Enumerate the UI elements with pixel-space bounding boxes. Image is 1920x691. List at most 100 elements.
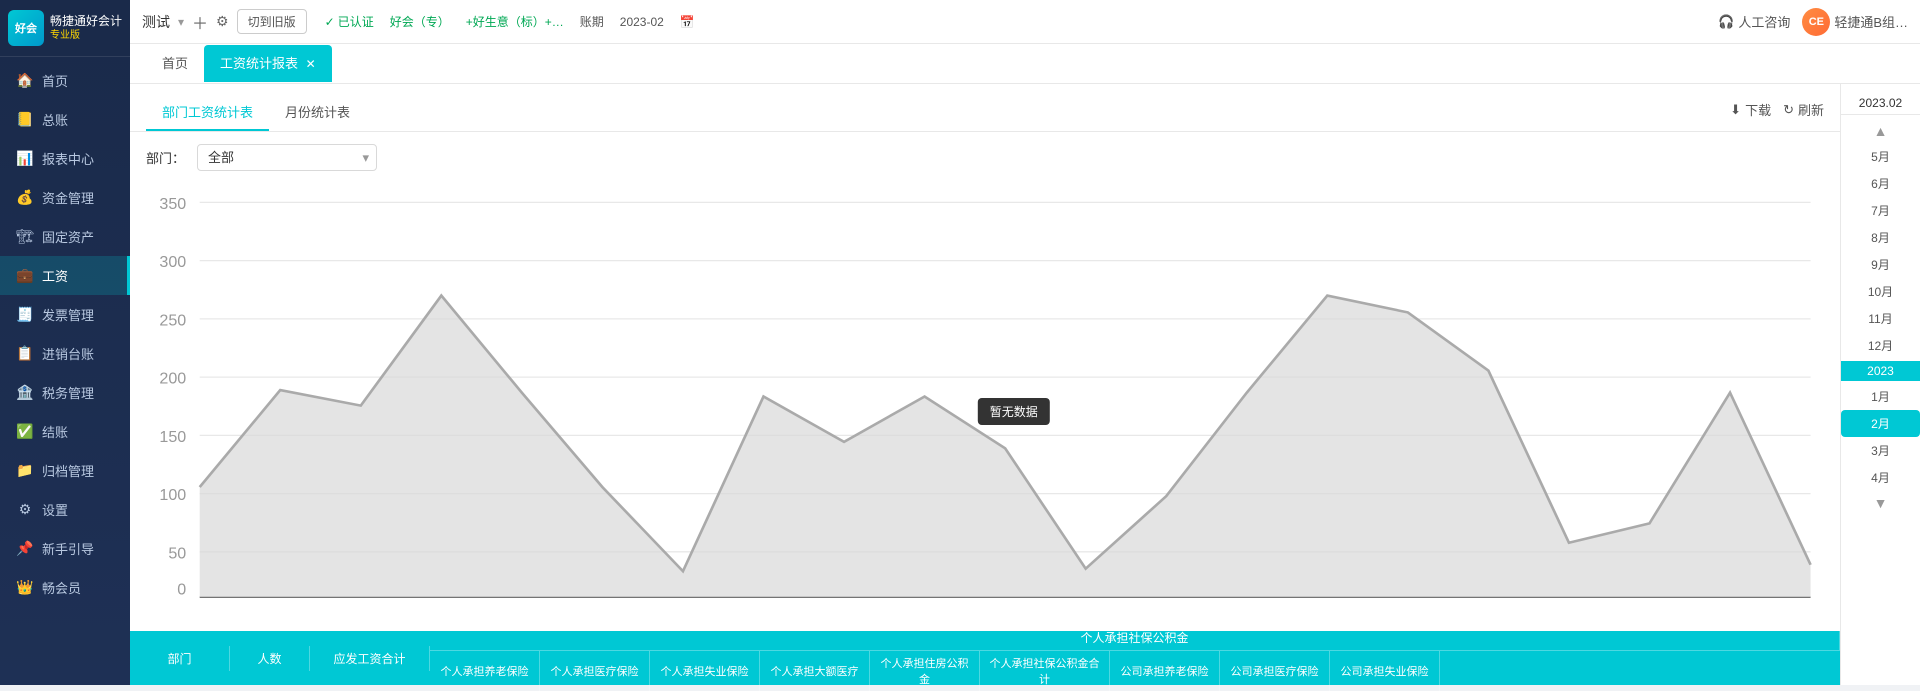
sidebar-label-assets: 固定资产 xyxy=(42,227,94,246)
user-menu[interactable]: CE 轻捷通B组… xyxy=(1802,8,1908,36)
guide-icon: 📌 xyxy=(16,540,34,558)
sidebar-item-member[interactable]: 👑 畅会员 xyxy=(0,568,130,607)
month-2-active[interactable]: 2月 xyxy=(1841,410,1920,437)
th-total-salary: 应发工资合计 xyxy=(310,646,430,671)
headset-icon: 🎧 xyxy=(1718,14,1734,30)
certified-icon: ✓ xyxy=(325,15,335,29)
th-personal-medical: 个人承担医疗保险 xyxy=(540,651,650,691)
year-date-label: 2023.02 xyxy=(1841,92,1920,115)
sidebar-label-invoices: 发票管理 xyxy=(42,305,94,324)
scroll-down-button[interactable]: ▼ xyxy=(1870,491,1892,515)
status-badges: ✓ 已认证 好会（专） +好生意（标）+… 账期 2023-02 📅 xyxy=(319,11,701,32)
checkout-icon: ✅ xyxy=(16,423,34,441)
month-11[interactable]: 11月 xyxy=(1841,305,1920,332)
sales-icon: 📋 xyxy=(16,345,34,363)
sidebar-label-guide: 新手引导 xyxy=(42,539,94,558)
topbar-title: 测试 xyxy=(142,12,170,32)
month-7[interactable]: 7月 xyxy=(1841,197,1920,224)
topbar-gear-button[interactable]: ⚙ xyxy=(216,13,229,30)
sidebar-item-salary[interactable]: 💼 工资 xyxy=(0,256,130,295)
sidebar-label-salary: 工资 xyxy=(42,266,68,285)
month-3[interactable]: 3月 xyxy=(1841,437,1920,464)
sub-tab-dept[interactable]: 部门工资统计表 xyxy=(146,94,269,131)
sidebar-label-member: 畅会员 xyxy=(42,578,81,597)
th-personal-housing-fund: 个人承担住房公积金 xyxy=(870,651,980,691)
chart-container: 350 300 250 200 150 100 50 0 xyxy=(130,183,1840,631)
sidebar-item-reports[interactable]: 📊 报表中心 xyxy=(0,139,130,178)
th-personal-total: 个人承担社保公积金合计 xyxy=(980,651,1110,691)
table-header: 部门 人数 应发工资合计 个人承担社保公积金 个人承担养老保险 个人承担医疗保险… xyxy=(130,631,1840,685)
chart-svg: 350 300 250 200 150 100 50 0 xyxy=(146,183,1824,623)
month-1[interactable]: 1月 xyxy=(1841,383,1920,410)
main-area: 测试 ▾ ＋ ⚙ 切到旧版 ✓ 已认证 好会（专） +好生意（标）+… 账期 2… xyxy=(130,0,1920,685)
filter-label: 部门： xyxy=(146,148,185,167)
sidebar-item-funds[interactable]: 💰 资金管理 xyxy=(0,178,130,217)
month-12[interactable]: 12月 xyxy=(1841,332,1920,359)
sidebar-label-funds: 资金管理 xyxy=(42,188,94,207)
scroll-up-button[interactable]: ▲ xyxy=(1870,119,1892,143)
logo-text: 畅捷通好会计 专业版 xyxy=(50,14,122,43)
svg-text:150: 150 xyxy=(159,429,186,446)
sidebar-nav: 🏠 首页 📒 总账 📊 报表中心 💰 资金管理 🏗 固定资产 💼 工资 🧾 发票… xyxy=(0,57,130,685)
svg-text:250: 250 xyxy=(159,313,186,330)
right-panel: 2023.02 ▲ 5月 6月 7月 8月 9月 10月 11月 12月 202… xyxy=(1840,84,1920,685)
svg-text:300: 300 xyxy=(159,254,186,271)
sidebar-item-settings[interactable]: ⚙ 设置 xyxy=(0,490,130,529)
tabbar: 首页 工资统计报表 ✕ xyxy=(130,44,1920,84)
ledger-icon: 📒 xyxy=(16,111,34,129)
month-8[interactable]: 8月 xyxy=(1841,224,1920,251)
archive-icon: 📁 xyxy=(16,462,34,480)
reports-icon: 📊 xyxy=(16,150,34,168)
svg-text:200: 200 xyxy=(159,371,186,388)
settings-icon: ⚙ xyxy=(16,501,34,519)
sub-tab-monthly[interactable]: 月份统计表 xyxy=(269,94,366,131)
th-personal-unemployment: 个人承担失业保险 xyxy=(650,651,760,691)
sidebar-item-guide[interactable]: 📌 新手引导 xyxy=(0,529,130,568)
calendar-icon[interactable]: 📅 xyxy=(674,13,701,31)
funds-icon: 💰 xyxy=(16,189,34,207)
sidebar-item-assets[interactable]: 🏗 固定资产 xyxy=(0,217,130,256)
th-personal-pension: 个人承担养老保险 xyxy=(430,651,540,691)
certified-badge: ✓ 已认证 xyxy=(319,11,380,32)
sidebar-item-sales[interactable]: 📋 进销台账 xyxy=(0,334,130,373)
sidebar-item-tax[interactable]: 🏦 税务管理 xyxy=(0,373,130,412)
topbar-dropdown-icon[interactable]: ▾ xyxy=(178,15,184,29)
sidebar-item-checkout[interactable]: ✅ 结账 xyxy=(0,412,130,451)
th-company-pension: 公司承担养老保险 xyxy=(1110,651,1220,691)
month-10[interactable]: 10月 xyxy=(1841,278,1920,305)
good-acct-badge: 好会（专） xyxy=(384,11,456,32)
topbar-actions: 🎧 人工咨询 CE 轻捷通B组… xyxy=(1718,8,1908,36)
member-icon: 👑 xyxy=(16,579,34,597)
year-2023-label: 2023 xyxy=(1841,361,1920,381)
business-badge: +好生意（标）+… xyxy=(460,11,570,32)
help-button[interactable]: 🎧 人工咨询 xyxy=(1718,12,1790,31)
tab-home[interactable]: 首页 xyxy=(146,45,204,82)
sidebar-label-sales: 进销台账 xyxy=(42,344,94,363)
logo-icon: 好会 xyxy=(8,10,44,46)
tab-salary-stats[interactable]: 工资统计报表 ✕ xyxy=(204,45,332,82)
refresh-icon: ↻ xyxy=(1783,102,1794,118)
refresh-button[interactable]: ↻ 刷新 xyxy=(1783,100,1824,119)
sidebar-item-home[interactable]: 🏠 首页 xyxy=(0,61,130,100)
sidebar-item-archive[interactable]: 📁 归档管理 xyxy=(0,451,130,490)
svg-text:100: 100 xyxy=(159,487,186,504)
th-company-unemployment: 公司承担失业保险 xyxy=(1330,651,1440,691)
download-button[interactable]: ⬇ 下载 xyxy=(1730,100,1771,119)
switch-version-button[interactable]: 切到旧版 xyxy=(237,9,307,34)
th-count: 人数 xyxy=(230,646,310,671)
month-6[interactable]: 6月 xyxy=(1841,170,1920,197)
sidebar-item-invoices[interactable]: 🧾 发票管理 xyxy=(0,295,130,334)
topbar: 测试 ▾ ＋ ⚙ 切到旧版 ✓ 已认证 好会（专） +好生意（标）+… 账期 2… xyxy=(130,0,1920,44)
sidebar-label-reports: 报表中心 xyxy=(42,149,94,168)
dept-filter[interactable]: 全部 行政部 销售部 财务部 技术部 xyxy=(197,144,377,171)
month-9[interactable]: 9月 xyxy=(1841,251,1920,278)
topbar-add-button[interactable]: ＋ xyxy=(192,10,208,34)
dept-filter-wrap: 全部 行政部 销售部 财务部 技术部 xyxy=(197,144,377,171)
month-4[interactable]: 4月 xyxy=(1841,464,1920,491)
tab-close-button[interactable]: ✕ xyxy=(306,57,316,71)
app-logo: 好会 畅捷通好会计 专业版 xyxy=(0,0,130,57)
month-5[interactable]: 5月 xyxy=(1841,143,1920,170)
chart-panel: 部门工资统计表 月份统计表 ⬇ 下载 ↻ 刷新 部门： xyxy=(130,84,1840,685)
sidebar-item-ledger[interactable]: 📒 总账 xyxy=(0,100,130,139)
th-group-cells: 个人承担养老保险 个人承担医疗保险 个人承担失业保险 个人承担大额医疗 个人承担… xyxy=(430,651,1840,691)
